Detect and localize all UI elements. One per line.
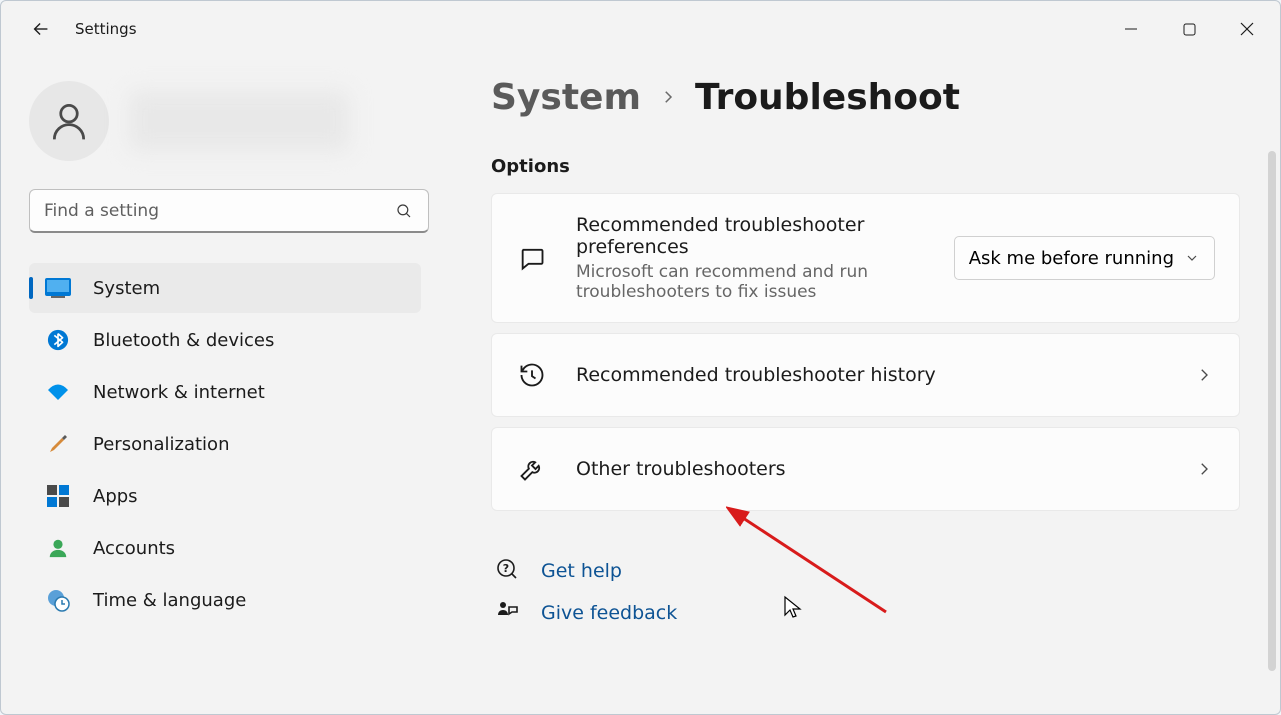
content-pane: System Troubleshoot Options Recommended … (441, 57, 1280, 714)
dropdown-value: Ask me before running (969, 248, 1174, 269)
nav-label: Apps (93, 486, 138, 507)
chevron-right-icon (1193, 364, 1215, 386)
help-icon: ? (495, 557, 519, 585)
search-input[interactable] (44, 201, 394, 221)
nav-label: System (93, 278, 160, 299)
search-box[interactable] (29, 189, 429, 233)
history-card[interactable]: Recommended troubleshooter history (491, 333, 1240, 417)
maximize-icon (1183, 23, 1196, 36)
wifi-icon (45, 379, 71, 405)
close-button[interactable] (1218, 9, 1276, 49)
nav-label: Network & internet (93, 382, 265, 403)
close-icon (1240, 22, 1254, 36)
user-name-redacted (129, 91, 349, 151)
nav-item-network[interactable]: Network & internet (29, 367, 421, 417)
card-title: Recommended troubleshooter history (576, 364, 1193, 386)
nav-item-bluetooth[interactable]: Bluetooth & devices (29, 315, 421, 365)
give-feedback-link[interactable]: Give feedback (491, 599, 1240, 627)
minimize-icon (1124, 22, 1138, 36)
link-text: Give feedback (541, 602, 677, 624)
card-title: Recommended troubleshooter preferences (576, 214, 954, 258)
minimize-button[interactable] (1102, 9, 1160, 49)
nav-item-personalization[interactable]: Personalization (29, 419, 421, 469)
feedback-icon (495, 599, 519, 627)
other-troubleshooters-card[interactable]: Other troubleshooters (491, 427, 1240, 511)
card-title: Other troubleshooters (576, 458, 1193, 480)
paintbrush-icon (45, 431, 71, 457)
get-help-link[interactable]: ? Get help (491, 557, 1240, 585)
nav-item-system[interactable]: System (29, 263, 421, 313)
nav-label: Time & language (93, 590, 246, 611)
chevron-down-icon (1184, 250, 1200, 266)
chat-bubble-icon (516, 242, 548, 274)
nav-list: System Bluetooth & devices Network & int… (29, 263, 421, 625)
breadcrumb: System Troubleshoot (491, 77, 1240, 118)
nav-label: Personalization (93, 434, 229, 455)
back-button[interactable] (21, 9, 61, 49)
settings-window: Settings (0, 0, 1281, 715)
breadcrumb-parent[interactable]: System (491, 77, 641, 118)
chevron-right-icon (1193, 458, 1215, 480)
bluetooth-icon (45, 327, 71, 353)
apps-icon (45, 483, 71, 509)
section-heading: Options (491, 156, 1240, 177)
maximize-button[interactable] (1160, 9, 1218, 49)
chevron-right-icon (659, 83, 677, 113)
sidebar: System Bluetooth & devices Network & int… (1, 57, 441, 714)
app-title: Settings (75, 20, 137, 38)
nav-label: Accounts (93, 538, 175, 559)
svg-text:?: ? (503, 562, 509, 575)
history-icon (516, 359, 548, 391)
nav-label: Bluetooth & devices (93, 330, 274, 351)
accounts-icon (45, 535, 71, 561)
page-title: Troubleshoot (695, 77, 960, 118)
globe-clock-icon (45, 587, 71, 613)
wrench-icon (516, 453, 548, 485)
titlebar: Settings (1, 1, 1280, 57)
avatar (29, 81, 109, 161)
nav-item-time-language[interactable]: Time & language (29, 575, 421, 625)
recommended-preferences-card[interactable]: Recommended troubleshooter preferences M… (491, 193, 1240, 323)
card-subtitle: Microsoft can recommend and run troubles… (576, 262, 916, 302)
preferences-dropdown[interactable]: Ask me before running (954, 236, 1215, 280)
window-controls (1102, 9, 1276, 49)
arrow-left-icon (30, 18, 52, 40)
person-icon (47, 99, 91, 143)
nav-item-accounts[interactable]: Accounts (29, 523, 421, 573)
link-text: Get help (541, 560, 622, 582)
user-profile[interactable] (29, 81, 421, 161)
display-icon (45, 275, 71, 301)
scrollbar[interactable] (1268, 151, 1276, 671)
nav-item-apps[interactable]: Apps (29, 471, 421, 521)
search-icon (394, 201, 414, 221)
